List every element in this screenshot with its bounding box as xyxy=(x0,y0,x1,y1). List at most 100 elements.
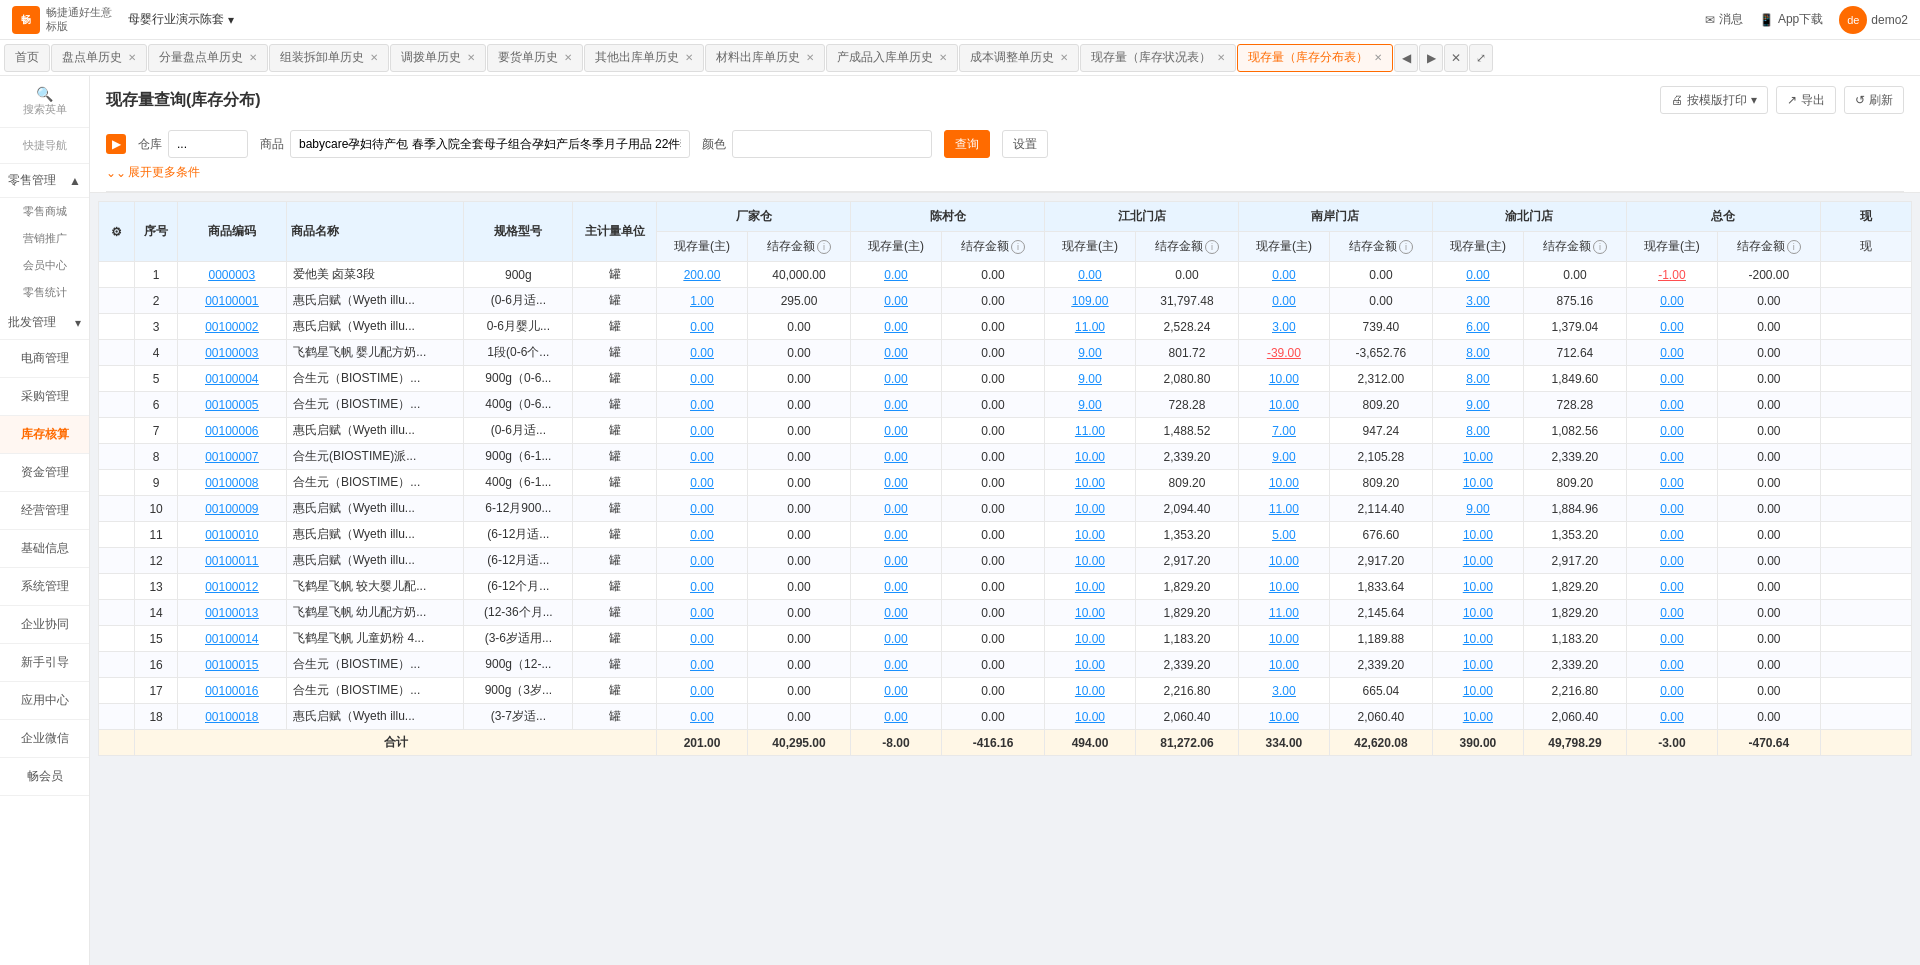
tab-close-icon[interactable]: ✕ xyxy=(467,52,475,63)
app-download-btn[interactable]: 📱 App下载 xyxy=(1759,11,1823,28)
current-qty-header: 现 xyxy=(1820,232,1911,262)
page-header: 现存量查询(库存分布) 🖨 按模版打印 ▾ ↗ 导出 ↺ 刷新 xyxy=(90,76,1920,193)
tab-close-icon[interactable]: ✕ xyxy=(685,52,693,63)
sidebar-item-库存核算[interactable]: 库存核算 xyxy=(0,416,89,454)
sidebar-item-会员中心[interactable]: 会员中心 xyxy=(0,252,89,279)
top-bar-left: 畅 畅捷通好生意 标版 母婴行业演示陈套 ▾ xyxy=(12,6,234,34)
table-total-row: 合计201.0040,295.00-8.00-416.16494.0081,27… xyxy=(99,730,1912,756)
print-btn[interactable]: 🖨 按模版打印 ▾ xyxy=(1660,86,1768,114)
settings-col-header[interactable]: ⚙ xyxy=(99,202,135,262)
export-btn[interactable]: ↗ 导出 xyxy=(1776,86,1836,114)
sidebar-item-营销推广[interactable]: 营销推广 xyxy=(0,225,89,252)
chevron-down-icon: ▾ xyxy=(75,316,81,330)
chevron-down-icon: ⌄⌄ xyxy=(106,166,126,180)
tab-close-icon[interactable]: ✕ xyxy=(564,52,572,63)
avatar: de xyxy=(1839,6,1867,34)
tab-bar: 首页 盘点单历史 ✕ 分量盘点单历史 ✕ 组装拆卸单历史 ✕ 调拨单历史 ✕ 要… xyxy=(0,40,1920,76)
industry-selector[interactable]: 母婴行业演示陈套 ▾ xyxy=(128,11,234,28)
sidebar-search[interactable]: 🔍 搜索英单 xyxy=(0,76,89,128)
sidebar-item-零售统计[interactable]: 零售统计 xyxy=(0,279,89,306)
logo-text: 畅捷通好生意 标版 xyxy=(46,6,112,32)
tab-产成品入库单历史[interactable]: 产成品入库单历史 ✕ xyxy=(826,44,958,72)
tab-close-icon[interactable]: ✕ xyxy=(1060,52,1068,63)
table-row: 1800100018惠氏启赋（Wyeth illu...(3-7岁适...罐0.… xyxy=(99,704,1912,730)
page-actions: 🖨 按模版打印 ▾ ↗ 导出 ↺ 刷新 xyxy=(1660,86,1904,114)
sidebar-item-系统管理[interactable]: 系统管理 xyxy=(0,568,89,606)
collapse-filter-btn[interactable]: ▶ xyxy=(106,134,126,154)
tab-现存量库存分布表[interactable]: 现存量（库存分布表） ✕ xyxy=(1237,44,1393,72)
tab-close-icon[interactable]: ✕ xyxy=(806,52,814,63)
sidebar-item-畅会员[interactable]: 畅会员 xyxy=(0,758,89,796)
refresh-btn[interactable]: ↺ 刷新 xyxy=(1844,86,1904,114)
sidebar-item-零售管理[interactable]: 零售管理 ▲ xyxy=(0,164,89,198)
goods-input[interactable] xyxy=(290,130,690,158)
sidebar: 🔍 搜索英单 快捷导航 零售管理 ▲ 零售商城 营销推广 会员中心 零售统计 批… xyxy=(0,76,90,965)
tab-home[interactable]: 首页 xyxy=(4,44,50,72)
name-col-header: 商品名称 xyxy=(286,202,463,262)
page-title: 现存量查询(库存分布) xyxy=(106,90,261,111)
nanan-qty-header: 现存量(主) xyxy=(1238,232,1329,262)
tab-盘点单历史[interactable]: 盘点单历史 ✕ xyxy=(51,44,147,72)
changjia-group-header: 厂家仓 xyxy=(657,202,851,232)
table-row: 1500100014飞鹤星飞帆 儿童奶粉 4...(3-6岁适用...罐0.00… xyxy=(99,626,1912,652)
tab-close-icon[interactable]: ✕ xyxy=(128,52,136,63)
tab-现存量库存状况表[interactable]: 现存量（库存状况表） ✕ xyxy=(1080,44,1236,72)
tab-材料出库单历史[interactable]: 材料出库单历史 ✕ xyxy=(705,44,825,72)
tab-要货单历史[interactable]: 要货单历史 ✕ xyxy=(487,44,583,72)
sidebar-item-采购管理[interactable]: 采购管理 xyxy=(0,378,89,416)
tab-调拨单历史[interactable]: 调拨单历史 ✕ xyxy=(390,44,486,72)
tab-close-icon[interactable]: ✕ xyxy=(370,52,378,63)
user-menu[interactable]: de demo2 xyxy=(1839,6,1908,34)
tab-成本调整单历史[interactable]: 成本调整单历史 ✕ xyxy=(959,44,1079,72)
tab-close-icon[interactable]: ✕ xyxy=(249,52,257,63)
tab-分量盘点单历史[interactable]: 分量盘点单历史 ✕ xyxy=(148,44,268,72)
sidebar-item-企业微信[interactable]: 企业微信 xyxy=(0,720,89,758)
tab-close-icon[interactable]: ✕ xyxy=(1374,52,1382,63)
yubei-qty-header: 现存量(主) xyxy=(1432,232,1523,262)
sidebar-item-新手引导[interactable]: 新手引导 xyxy=(0,644,89,682)
tab-close-icon[interactable]: ✕ xyxy=(1217,52,1225,63)
phone-icon: 📱 xyxy=(1759,13,1774,27)
tab-其他出库单历史[interactable]: 其他出库单历史 ✕ xyxy=(584,44,704,72)
sidebar-item-基础信息[interactable]: 基础信息 xyxy=(0,530,89,568)
logo-icon: 畅 xyxy=(12,6,40,34)
expand-more-btn[interactable]: ⌄⌄ 展开更多条件 xyxy=(106,164,200,181)
tab-next-btn[interactable]: ▶ xyxy=(1419,44,1443,72)
jiangbei-group-header: 江北门店 xyxy=(1045,202,1239,232)
table-row: 1100100010惠氏启赋（Wyeth illu...(6-12月适...罐0… xyxy=(99,522,1912,548)
warehouse-input[interactable] xyxy=(168,130,248,158)
tab-expand-btn[interactable]: ⤢ xyxy=(1469,44,1493,72)
search-btn[interactable]: 查询 xyxy=(944,130,990,158)
table-row: 700100006惠氏启赋（Wyeth illu...(0-6月适...罐0.0… xyxy=(99,418,1912,444)
tab-组装拆卸单历史[interactable]: 组装拆卸单历史 ✕ xyxy=(269,44,389,72)
table-row: 400100003飞鹤星飞帆 婴儿配方奶...1段(0-6个...罐0.000.… xyxy=(99,340,1912,366)
color-input[interactable] xyxy=(732,130,932,158)
spec-col-header: 规格型号 xyxy=(464,202,573,262)
sidebar-item-批发管理[interactable]: 批发管理 ▾ xyxy=(0,306,89,340)
tab-close-all-btn[interactable]: ✕ xyxy=(1444,44,1468,72)
message-btn[interactable]: ✉ 消息 xyxy=(1705,11,1743,28)
sidebar-item-电商管理[interactable]: 电商管理 xyxy=(0,340,89,378)
tab-prev-btn[interactable]: ◀ xyxy=(1394,44,1418,72)
sidebar-item-资金管理[interactable]: 资金管理 xyxy=(0,454,89,492)
changjia-qty-header: 现存量(主) xyxy=(657,232,748,262)
changjia-amt-header: 结存金额i xyxy=(748,232,851,262)
sidebar-item-零售商城[interactable]: 零售商城 xyxy=(0,198,89,225)
current-group-header: 现 xyxy=(1820,202,1911,232)
table-row: 200100001惠氏启赋（Wyeth illu...(0-6月适...罐1.0… xyxy=(99,288,1912,314)
nanan-amt-header: 结存金额i xyxy=(1329,232,1432,262)
table-row: 800100007合生元(BIOSTIME)派...900g（6-1...罐0.… xyxy=(99,444,1912,470)
unit-col-header: 主计量单位 xyxy=(573,202,657,262)
sidebar-item-经营管理[interactable]: 经营管理 xyxy=(0,492,89,530)
settings-btn[interactable]: 设置 xyxy=(1002,130,1048,158)
sidebar-item-应用中心[interactable]: 应用中心 xyxy=(0,682,89,720)
expand-more-row: ⌄⌄ 展开更多条件 xyxy=(106,164,1904,181)
filter-row: ▶ 仓库 商品 颜色 查询 xyxy=(106,130,1904,158)
table-row: 10000003爱他美 卤菜3段900g罐200.0040,000.000.00… xyxy=(99,262,1912,288)
tab-close-icon[interactable]: ✕ xyxy=(939,52,947,63)
color-filter: 颜色 xyxy=(702,130,932,158)
sidebar-item-企业协同[interactable]: 企业协同 xyxy=(0,606,89,644)
data-table: ⚙ 序号 商品编码 商品名称 规格型号 主计量单位 厂家仓 陈村仓 江北门店 南… xyxy=(98,201,1912,756)
sidebar-quick-nav[interactable]: 快捷导航 xyxy=(0,128,89,164)
chevron-down-icon: ▾ xyxy=(1751,93,1757,107)
